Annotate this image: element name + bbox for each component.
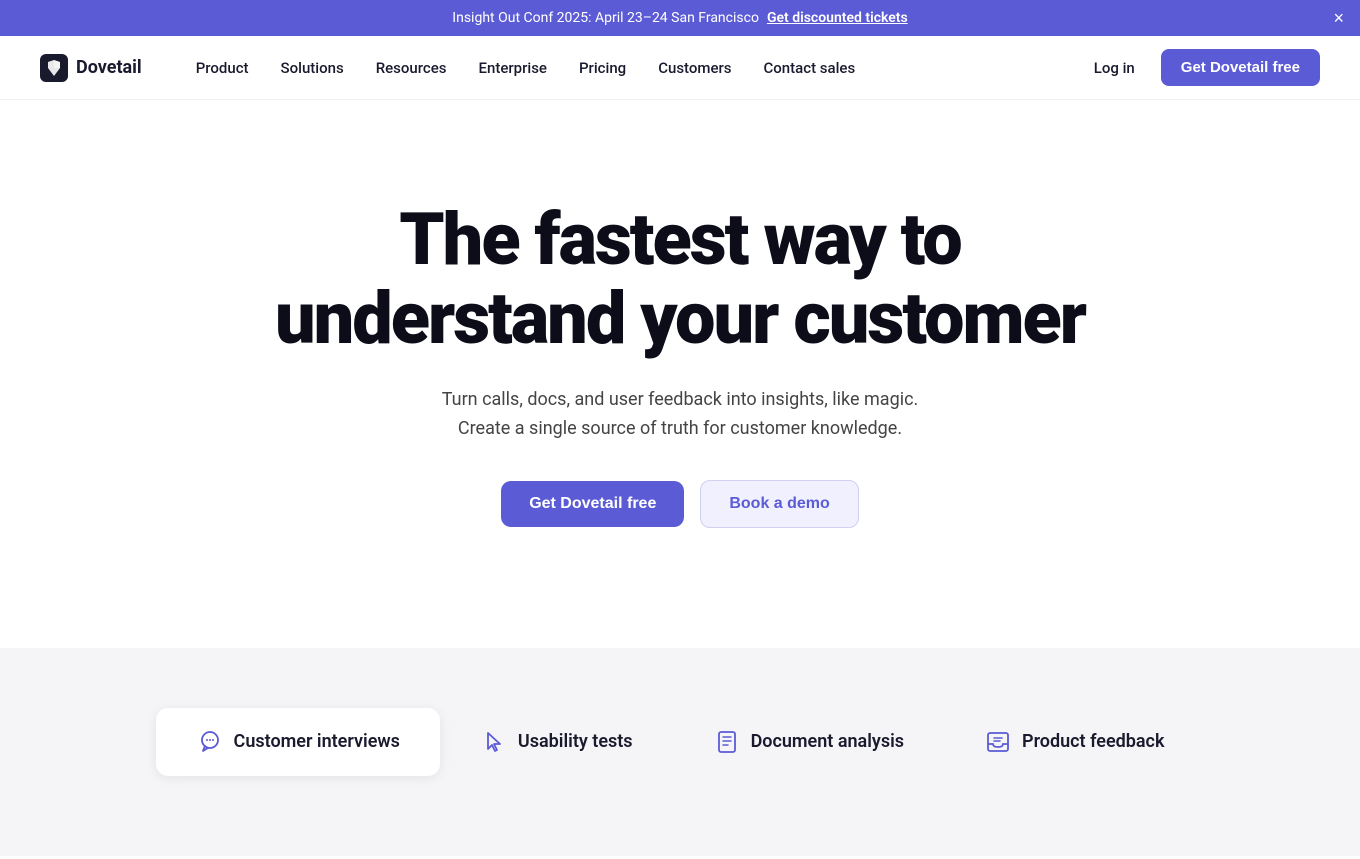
banner-text: Insight Out Conf 2025: April 23–24 San F… (452, 10, 759, 26)
hero-section: The fastest way to understand your custo… (0, 100, 1360, 588)
banner-link[interactable]: Get discounted tickets (767, 10, 908, 26)
announcement-banner: Insight Out Conf 2025: April 23–24 San F… (0, 0, 1360, 36)
nav-link-enterprise[interactable]: Enterprise (465, 51, 561, 85)
hero-title: The fastest way to understand your custo… (275, 200, 1085, 358)
login-link[interactable]: Log in (1080, 51, 1149, 85)
card-usability-tests[interactable]: Usability tests (440, 708, 673, 776)
cards-row: Customer interviews Usability tests D (0, 688, 1360, 796)
inbox-icon (984, 728, 1012, 756)
nav-links: Product Solutions Resources Enterprise P… (182, 51, 1080, 85)
nav-link-pricing[interactable]: Pricing (565, 51, 640, 85)
hero-title-line2: understand your customer (275, 276, 1085, 361)
nav-link-solutions[interactable]: Solutions (267, 51, 358, 85)
chat-icon (196, 728, 224, 756)
hero-title-line1: The fastest way to (399, 197, 960, 282)
navbar: Dovetail Product Solutions Resources Ent… (0, 36, 1360, 100)
card-document-analysis-label: Document analysis (751, 731, 904, 752)
card-document-analysis[interactable]: Document analysis (673, 708, 944, 776)
card-customer-interviews[interactable]: Customer interviews (156, 708, 440, 776)
banner-close-button[interactable]: × (1333, 9, 1344, 27)
hero-cta-primary-button[interactable]: Get Dovetail free (501, 481, 684, 527)
nav-link-contact-sales[interactable]: Contact sales (750, 51, 870, 85)
nav-actions: Log in Get Dovetail free (1080, 49, 1320, 86)
hero-subtitle: Turn calls, docs, and user feedback into… (442, 386, 919, 444)
logo-text: Dovetail (76, 57, 142, 78)
bottom-divider (0, 796, 1360, 856)
nav-link-resources[interactable]: Resources (362, 51, 461, 85)
card-usability-tests-label: Usability tests (518, 731, 633, 752)
card-customer-interviews-label: Customer interviews (234, 731, 400, 752)
hero-subtitle-line2: Create a single source of truth for cust… (458, 418, 902, 439)
nav-link-customers[interactable]: Customers (644, 51, 745, 85)
nav-cta-button[interactable]: Get Dovetail free (1161, 49, 1320, 86)
hero-cta-secondary-button[interactable]: Book a demo (700, 480, 858, 528)
logo-icon (40, 54, 68, 82)
hero-subtitle-line1: Turn calls, docs, and user feedback into… (442, 389, 919, 410)
logo[interactable]: Dovetail (40, 54, 142, 82)
hero-buttons: Get Dovetail free Book a demo (501, 480, 859, 528)
use-case-cards-section: Customer interviews Usability tests D (0, 648, 1360, 856)
document-icon (713, 728, 741, 756)
nav-link-product[interactable]: Product (182, 51, 263, 85)
card-product-feedback[interactable]: Product feedback (944, 708, 1204, 776)
cursor-icon (480, 728, 508, 756)
card-product-feedback-label: Product feedback (1022, 731, 1164, 752)
